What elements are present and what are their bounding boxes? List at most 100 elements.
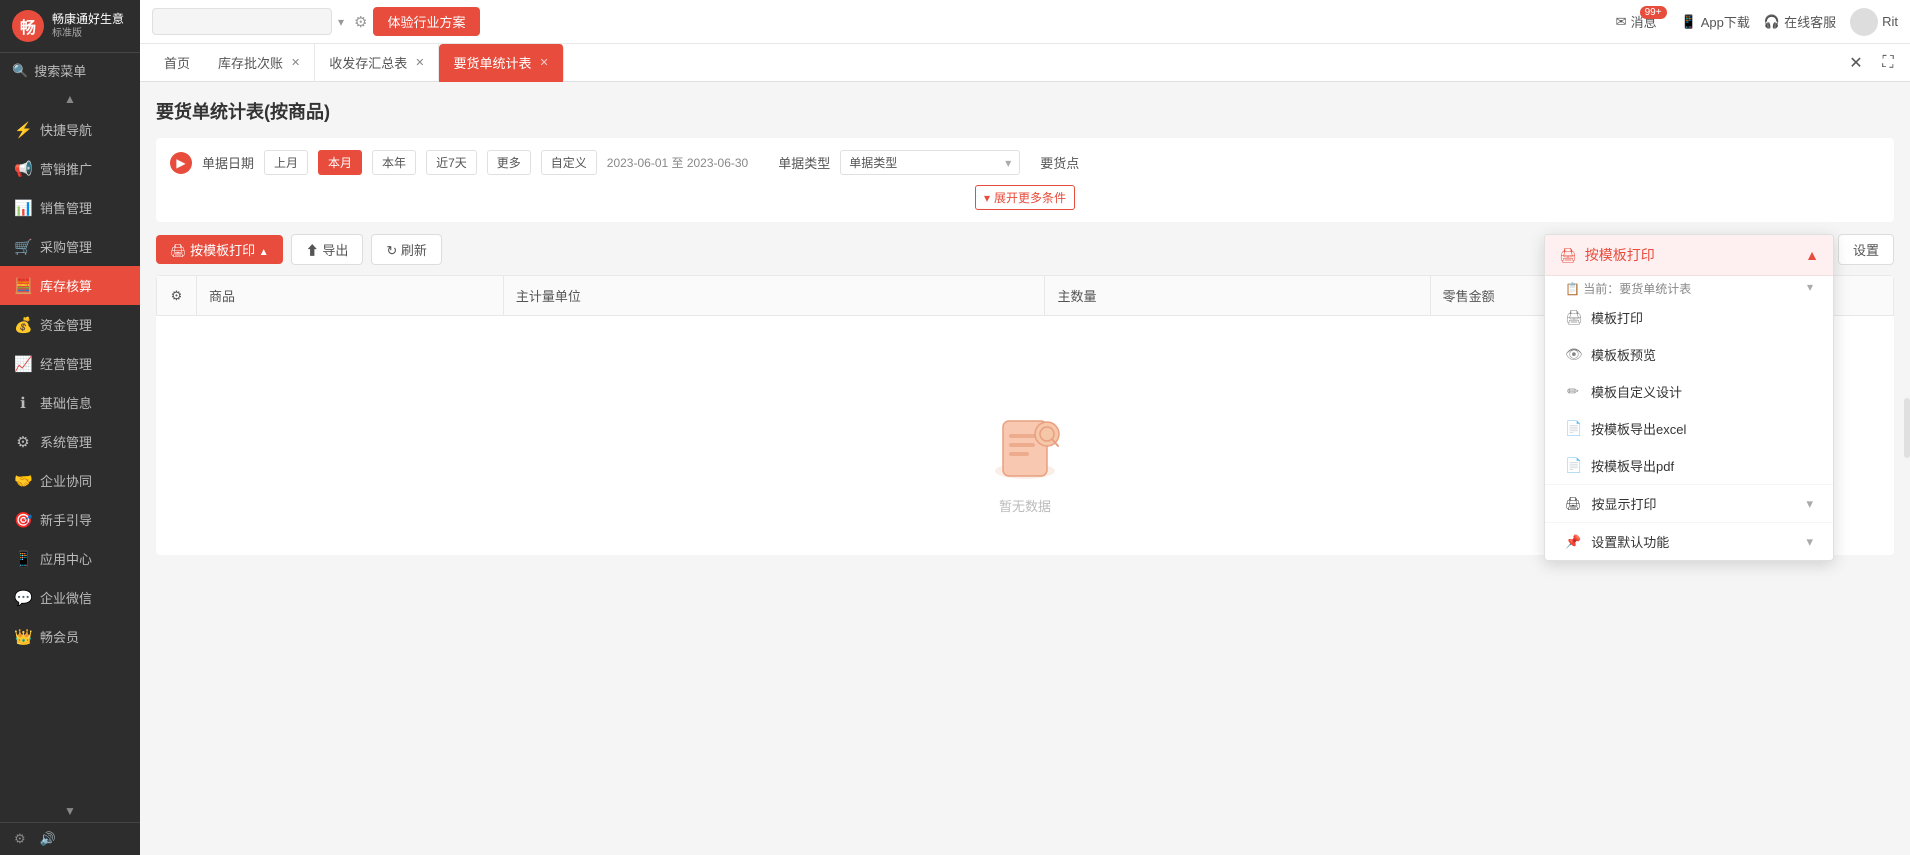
date-btn-this-month[interactable]: 本月	[318, 150, 362, 175]
sidebar-item-marketing[interactable]: 📢 营销推广	[0, 149, 140, 188]
quick-nav-icon: ⚡	[14, 121, 32, 139]
toolbar: 🖨 按模板打印 ▲ ⬆ 导出 ↻ 刷新 ··· 查询 设置 �	[156, 234, 1894, 265]
sidebar-item-label: 企业微信	[40, 588, 92, 607]
sidebar-item-purchase[interactable]: 🛒 采购管理	[0, 227, 140, 266]
user-avatar-area[interactable]: Rit	[1850, 8, 1898, 36]
message-badge: 99+	[1640, 6, 1667, 19]
sidebar-item-label: 经营管理	[40, 354, 92, 373]
sidebar-item-appstore[interactable]: 📱 应用中心	[0, 539, 140, 578]
purchase-icon: 🛒	[14, 238, 32, 256]
message-button[interactable]: ✉ 消息 99+	[1616, 12, 1657, 31]
print-dropdown-title-area: 🖨 按模板打印	[1559, 245, 1655, 265]
expand-filter-button[interactable]: ▾ 展开更多条件	[975, 185, 1075, 210]
app-download-icon: 📱	[1681, 14, 1697, 30]
tab-receipts-summary[interactable]: 收发存汇总表 ✕	[315, 44, 439, 82]
tabs-bar: 首页 库存批次账 ✕ 收发存汇总表 ✕ 要货单统计表 ✕ ✕ ⛶	[140, 44, 1910, 82]
sidebar-item-label: 采购管理	[40, 237, 92, 256]
col-settings[interactable]: ⚙	[157, 276, 197, 316]
tab-order-stats[interactable]: 要货单统计表 ✕	[439, 44, 563, 82]
date-btn-custom[interactable]: 自定义	[541, 150, 597, 175]
sidebar-item-system[interactable]: ⚙ 系统管理	[0, 422, 140, 461]
template-preview-label: 模板板预览	[1591, 345, 1656, 364]
refresh-label: 刷新	[401, 243, 427, 258]
set-default-item[interactable]: 📌 设置默认功能 ▾	[1545, 522, 1833, 560]
sidebar-search[interactable]: 🔍 搜索菜单	[0, 53, 140, 88]
print-dropdown: 🖨 按模板打印 ▲ 📋 当前：要货单统计表 ▾ 🖨 模板打印 👁 模板板预	[1544, 234, 1834, 561]
trial-button[interactable]: 体验行业方案	[373, 7, 479, 36]
template-print-item[interactable]: 🖨 模板打印	[1545, 299, 1833, 336]
sidebar-item-label: 资金管理	[40, 315, 92, 334]
print-dropdown-close-arrow[interactable]: ▲	[1805, 247, 1819, 263]
sidebar-logo: 畅 畅康通好生意 标准版	[0, 0, 140, 53]
date-btn-more[interactable]: 更多	[487, 150, 531, 175]
date-label: 单据日期	[202, 153, 254, 172]
tab-batch-accounts-close[interactable]: ✕	[291, 56, 300, 69]
export-pdf-item[interactable]: 📄 按模板导出pdf	[1545, 447, 1833, 484]
filter-toggle-btn[interactable]: ▶	[170, 152, 192, 174]
sidebar-scroll-down[interactable]: ▼	[0, 800, 140, 822]
sidebar-item-sales[interactable]: 📊 销售管理	[0, 188, 140, 227]
resize-handle[interactable]	[1904, 398, 1910, 458]
avatar	[1850, 8, 1878, 36]
sidebar-item-label: 营销推广	[40, 159, 92, 178]
sidebar-item-inventory[interactable]: 🧮 库存核算	[0, 266, 140, 305]
sidebar-item-enterprise[interactable]: 🤝 企业协同	[0, 461, 140, 500]
sidebar-item-wechat[interactable]: 💬 企业微信	[0, 578, 140, 617]
tab-order-stats-close[interactable]: ✕	[540, 56, 549, 69]
tab-receipts-summary-label: 收发存汇总表	[329, 53, 407, 72]
tab-maximize-button[interactable]: ⛶	[1876, 51, 1900, 75]
col-unit: 主计量单位	[503, 276, 1045, 316]
appstore-icon: 📱	[14, 550, 32, 568]
sidebar-item-basic[interactable]: ℹ 基础信息	[0, 383, 140, 422]
tab-close-window-button[interactable]: ✕	[1844, 51, 1868, 75]
topbar: ▾ ⚙ 体验行业方案 ✉ 消息 99+ 📱 App下载 🎧 在线客服 Rit	[140, 0, 1910, 44]
type-select[interactable]: 单据类型 ▾	[840, 150, 1020, 175]
sound-footer-icon[interactable]: 🔊	[40, 831, 56, 847]
refresh-button[interactable]: ↻ 刷新	[371, 234, 442, 265]
current-icon: 📋	[1565, 282, 1580, 296]
col-qty: 主数量	[1045, 276, 1430, 316]
expand-icon: ▾	[984, 191, 990, 205]
topbar-input-area: ▾ ⚙ 体验行业方案	[152, 7, 1608, 36]
template-preview-item[interactable]: 👁 模板板预览	[1545, 336, 1833, 373]
sidebar-footer: ⚙ 🔊	[0, 822, 140, 855]
date-btn-this-year[interactable]: 本年	[372, 150, 416, 175]
page-title: 要货单统计表(按商品)	[156, 98, 1894, 124]
app-name: 畅康通好生意 标准版	[52, 11, 124, 42]
operation-icon: 📈	[14, 355, 32, 373]
export-button[interactable]: ⬆ 导出	[291, 234, 364, 265]
date-btn-prev-month[interactable]: 上月	[264, 150, 308, 175]
settings-footer-icon[interactable]: ⚙	[14, 831, 26, 847]
topbar-chevron-icon[interactable]: ▾	[338, 15, 344, 29]
sidebar-item-guide[interactable]: 🎯 新手引导	[0, 500, 140, 539]
topbar-search-box[interactable]	[152, 8, 332, 35]
sidebar-scroll-up[interactable]: ▲	[0, 88, 140, 110]
topbar-gear-icon[interactable]: ⚙	[354, 13, 367, 31]
print-template-button[interactable]: 🖨 按模板打印 ▲	[156, 235, 283, 264]
tab-receipts-summary-close[interactable]: ✕	[415, 56, 424, 69]
print-icon: 🖨	[170, 243, 187, 258]
sidebar-item-label: 系统管理	[40, 432, 92, 451]
type-select-arrow: ▾	[1005, 156, 1011, 170]
template-design-item[interactable]: ✏ 模板自定义设计	[1545, 373, 1833, 410]
online-service-button[interactable]: 🎧 在线客服	[1764, 12, 1836, 31]
app-download-button[interactable]: 📱 App下载	[1681, 12, 1750, 31]
date-btn-last7[interactable]: 近7天	[426, 150, 477, 175]
sidebar-item-member[interactable]: 👑 畅会员	[0, 617, 140, 656]
export-excel-item[interactable]: 📄 按模板导出excel	[1545, 410, 1833, 447]
sidebar-item-quick-nav[interactable]: ⚡ 快捷导航	[0, 110, 140, 149]
set-default-icon: 📌	[1565, 534, 1581, 550]
tab-batch-accounts[interactable]: 库存批次账 ✕	[204, 44, 315, 82]
sidebar-item-operation[interactable]: 📈 经营管理	[0, 344, 140, 383]
sidebar-nav: ⚡ 快捷导航 📢 营销推广 📊 销售管理 🛒 采购管理 🧮 库存核算 💰 资金管…	[0, 110, 140, 800]
print-dropdown-title-icon: 🖨	[1559, 247, 1577, 264]
main-area: ▾ ⚙ 体验行业方案 ✉ 消息 99+ 📱 App下载 🎧 在线客服 Rit	[140, 0, 1910, 855]
search-label: 搜索菜单	[34, 61, 86, 80]
display-print-item[interactable]: 🖨 按显示打印 ▾	[1545, 484, 1833, 522]
app-download-label: App下载	[1701, 12, 1750, 31]
tab-home[interactable]: 首页	[150, 44, 204, 82]
export-excel-label: 按模板导出excel	[1591, 419, 1686, 438]
sidebar-item-finance[interactable]: 💰 资金管理	[0, 305, 140, 344]
date-range-text: 2023-06-01 至 2023-06-30	[607, 154, 748, 171]
settings-button[interactable]: 设置	[1838, 234, 1894, 265]
